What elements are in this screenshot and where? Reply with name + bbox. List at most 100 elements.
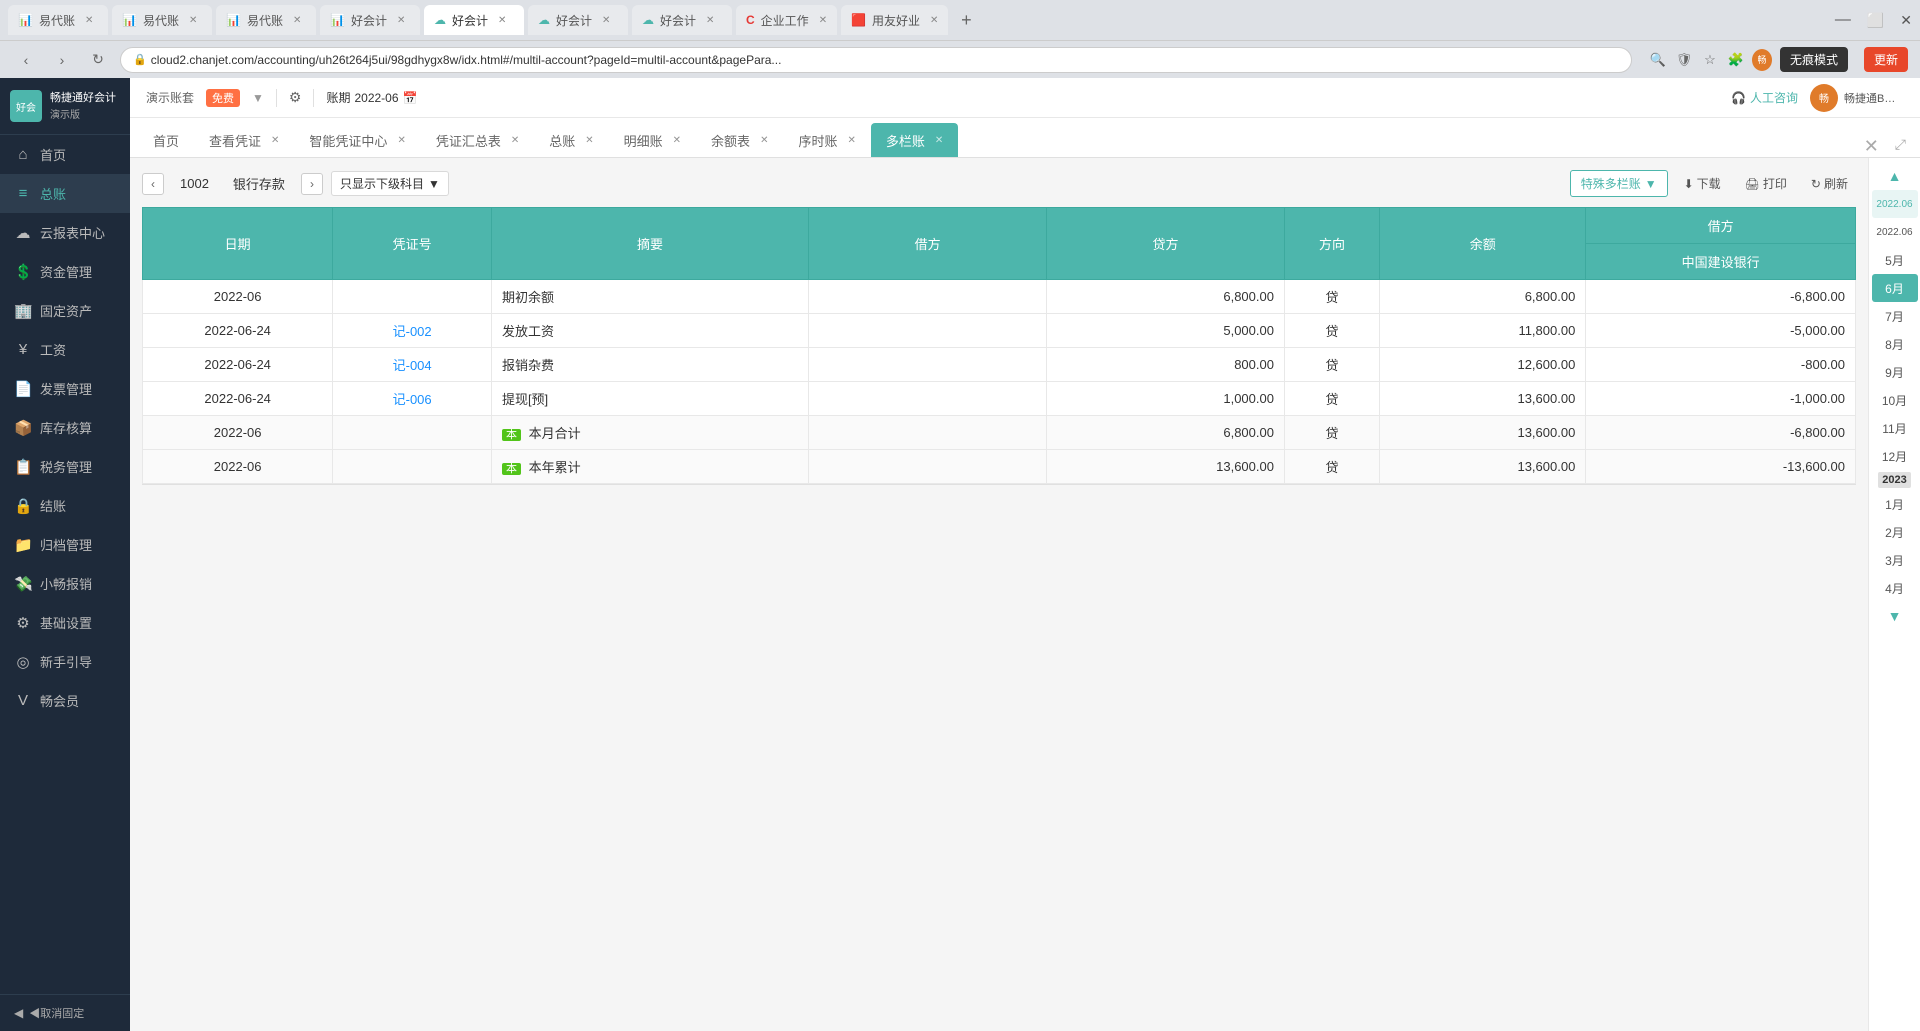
restore-icon[interactable]: ⬜ (1867, 12, 1884, 29)
period-selector[interactable]: 账期 2022-06 📅 (326, 89, 417, 106)
update-button[interactable]: 更新 (1864, 47, 1908, 72)
user-info-top[interactable]: 畅 畅捷通B组... (1810, 84, 1904, 112)
star-icon[interactable]: ☆ (1700, 50, 1720, 70)
tab-7-close[interactable]: ✕ (706, 15, 714, 26)
sidebar-item-archive[interactable]: 📁 归档管理 (0, 525, 130, 564)
new-tab-button[interactable]: + (952, 6, 980, 34)
address-bar[interactable]: 🔒 cloud2.chanjet.com/accounting/uh26t264… (120, 47, 1632, 73)
tab-8-close[interactable]: ✕ (819, 15, 827, 26)
panel-close-icon[interactable]: ✕ (1858, 136, 1885, 157)
row-3-voucher[interactable]: 记-006 (333, 382, 492, 416)
date-nav-may[interactable]: 5月 (1872, 246, 1918, 274)
journal-tab-close[interactable]: ✕ (847, 135, 855, 146)
sidebar-item-guide[interactable]: ◎ 新手引导 (0, 642, 130, 681)
sidebar-item-settings[interactable]: ⚙ 基础设置 (0, 603, 130, 642)
page-tab-multicolumn[interactable]: 多栏账 ✕ (871, 123, 958, 157)
back-button[interactable]: ‹ (12, 46, 40, 74)
row-1-voucher[interactable]: 记-002 (333, 314, 492, 348)
sidebar-item-expense[interactable]: 💸 小畅报销 (0, 564, 130, 603)
date-nav-mar[interactable]: 3月 (1872, 546, 1918, 574)
tab-4[interactable]: 📊 好会计 ✕ (320, 5, 420, 35)
sidebar-item-ledger[interactable]: ≡ 总账 (0, 174, 130, 213)
multi-col-button[interactable]: 特殊多栏账 ▼ (1570, 170, 1668, 197)
date-nav-apr[interactable]: 4月 (1872, 574, 1918, 602)
sidebar-item-member[interactable]: V 畅会员 (0, 681, 130, 720)
free-badge[interactable]: 免费 (206, 89, 240, 107)
tab-4-close[interactable]: ✕ (397, 15, 405, 26)
balance-tab-close[interactable]: ✕ (760, 135, 768, 146)
smart-tab-close[interactable]: ✕ (397, 135, 405, 146)
tab-6[interactable]: ☁ 好会计 ✕ (528, 5, 628, 35)
date-nav-2022-06-2[interactable]: 2022.06 (1872, 218, 1918, 246)
ai-consult-button[interactable]: 🎧 人工咨询 (1731, 89, 1798, 106)
date-nav-aug[interactable]: 8月 (1872, 330, 1918, 358)
page-tab-summary[interactable]: 凭证汇总表 ✕ (421, 123, 534, 157)
sidebar-item-invoice[interactable]: 📄 发票管理 (0, 369, 130, 408)
general-tab-close[interactable]: ✕ (585, 135, 593, 146)
voucher-tab-close[interactable]: ✕ (271, 135, 279, 146)
close-window-icon[interactable]: ✕ (1900, 12, 1912, 29)
tab-2[interactable]: 📊 易代账 ✕ (112, 5, 212, 35)
refresh-button[interactable]: ↻ (84, 46, 112, 74)
sidebar-item-inventory[interactable]: 📦 库存核算 (0, 408, 130, 447)
date-nav-july[interactable]: 7月 (1872, 302, 1918, 330)
date-nav-june[interactable]: 6月 (1872, 274, 1918, 302)
date-nav-dec[interactable]: 12月 (1872, 442, 1918, 470)
tab-5-close[interactable]: ✕ (498, 15, 506, 26)
tab-9-close[interactable]: ✕ (930, 15, 938, 26)
search-icon[interactable]: 🔍 (1648, 50, 1668, 70)
prev-account-button[interactable]: ‹ (142, 173, 164, 195)
refresh-button[interactable]: ↻ 刷新 (1803, 171, 1856, 196)
page-tab-balance[interactable]: 余额表 ✕ (696, 123, 783, 157)
wuma-mode-button[interactable]: 无痕模式 (1780, 47, 1848, 72)
tab-7[interactable]: ☁ 好会计 ✕ (632, 5, 732, 35)
tab-1-close[interactable]: ✕ (85, 15, 93, 26)
sidebar-item-tax[interactable]: 📋 税务管理 (0, 447, 130, 486)
date-nav-down[interactable]: ▼ (1881, 602, 1909, 630)
profile-icon[interactable]: 畅 (1752, 50, 1772, 70)
vpn-icon[interactable]: 🛡 (1674, 50, 1694, 70)
tab-6-close[interactable]: ✕ (602, 15, 610, 26)
date-nav-feb[interactable]: 2月 (1872, 518, 1918, 546)
next-account-button[interactable]: › (301, 173, 323, 195)
pin-sidebar-button[interactable]: ◀ ◀取消固定 (0, 994, 130, 1031)
date-nav-2022-06-top[interactable]: 2022.06 (1872, 190, 1918, 218)
page-tab-general[interactable]: 总账 ✕ (534, 123, 608, 157)
page-tab-detail[interactable]: 明细账 ✕ (609, 123, 696, 157)
tab-3-close[interactable]: ✕ (293, 15, 301, 26)
print-button[interactable]: 🖨 打印 (1737, 171, 1795, 196)
page-tab-smart[interactable]: 智能凭证中心 ✕ (294, 123, 420, 157)
download-button[interactable]: ⬇ 下载 (1676, 171, 1729, 196)
sidebar-item-home[interactable]: ⌂ 首页 (0, 135, 130, 174)
minimize-icon[interactable]: — (1835, 11, 1851, 29)
multicolumn-tab-close[interactable]: ✕ (935, 135, 943, 146)
tab-9[interactable]: 🟥 用友好业 ✕ (841, 5, 948, 35)
date-nav-nov[interactable]: 11月 (1872, 414, 1918, 442)
horizontal-scrollbar[interactable] (142, 484, 1856, 496)
tab-1[interactable]: 📊 易代账 ✕ (8, 5, 108, 35)
tab-3[interactable]: 📊 易代账 ✕ (216, 5, 316, 35)
date-nav-sep[interactable]: 9月 (1872, 358, 1918, 386)
panel-expand-icon[interactable]: ⤢ (1889, 136, 1912, 157)
sidebar-item-close[interactable]: 🔒 结账 (0, 486, 130, 525)
dropdown-arrow-icon[interactable]: ▼ (252, 91, 264, 105)
sidebar-item-funds[interactable]: 💲 资金管理 (0, 252, 130, 291)
tab-2-close[interactable]: ✕ (189, 15, 197, 26)
settings-gear-button[interactable]: ⚙ (289, 89, 302, 106)
sidebar-item-reports[interactable]: ☁ 云报表中心 (0, 213, 130, 252)
summary-tab-close[interactable]: ✕ (511, 135, 519, 146)
filter-select[interactable]: 只显示下级科目 ▼ (331, 171, 449, 196)
tab-5[interactable]: ☁ 好会计 ✕ (424, 5, 524, 35)
row-2-voucher[interactable]: 记-004 (333, 348, 492, 382)
extension-icon[interactable]: 🧩 (1726, 50, 1746, 70)
sidebar-item-salary[interactable]: ¥ 工资 (0, 330, 130, 369)
date-nav-oct[interactable]: 10月 (1872, 386, 1918, 414)
page-tab-voucher[interactable]: 查看凭证 ✕ (194, 123, 294, 157)
page-tab-journal[interactable]: 序时账 ✕ (783, 123, 870, 157)
forward-button[interactable]: › (48, 46, 76, 74)
tab-8[interactable]: C 企业工作 ✕ (736, 5, 837, 35)
date-nav-up[interactable]: ▲ (1881, 162, 1909, 190)
sidebar-item-assets[interactable]: 🏢 固定资产 (0, 291, 130, 330)
page-tab-home[interactable]: 首页 (138, 123, 194, 157)
detail-tab-close[interactable]: ✕ (673, 135, 681, 146)
